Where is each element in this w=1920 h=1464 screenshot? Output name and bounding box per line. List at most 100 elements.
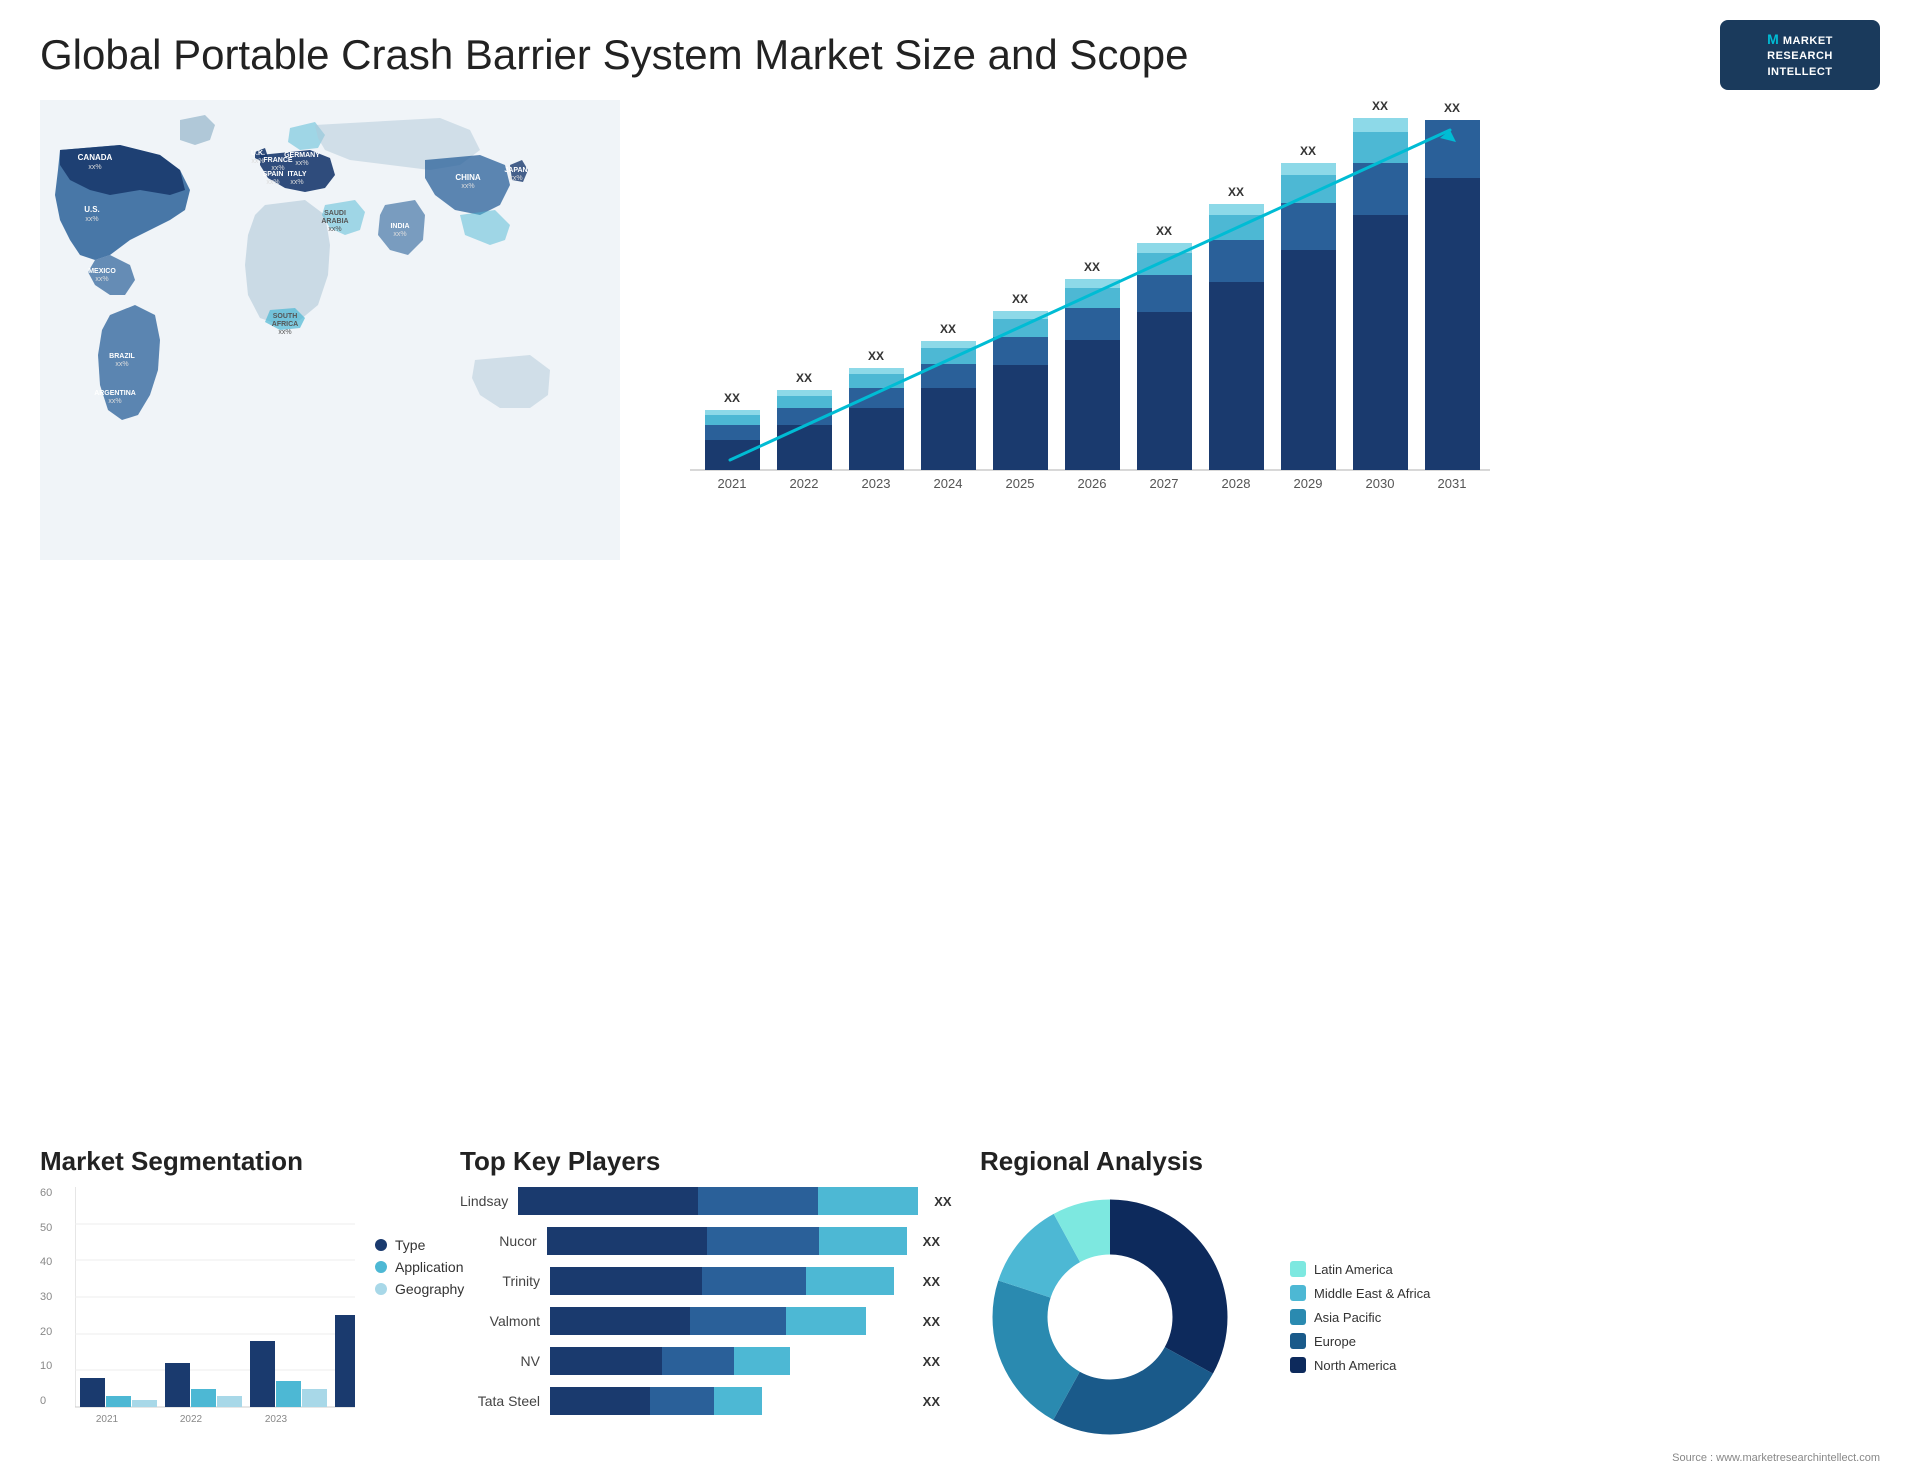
legend-north-america: North America bbox=[1290, 1357, 1430, 1373]
svg-text:2030: 2030 bbox=[1366, 476, 1395, 491]
legend-application-dot bbox=[375, 1261, 387, 1273]
donut-legend: Latin America Middle East & Africa Asia … bbox=[1290, 1261, 1430, 1373]
bar-light-valmont bbox=[786, 1307, 866, 1335]
bar-light-trinity bbox=[806, 1267, 894, 1295]
legend-europe: Europe bbox=[1290, 1333, 1430, 1349]
svg-text:xx%: xx% bbox=[95, 276, 108, 283]
bar-mid-tata bbox=[650, 1387, 714, 1415]
legend-label-mea: Middle East & Africa bbox=[1314, 1286, 1430, 1301]
player-val-valmont: XX bbox=[923, 1314, 940, 1329]
source-text: Source : www.marketresearchintellect.com bbox=[0, 1452, 1920, 1464]
svg-text:2022: 2022 bbox=[180, 1414, 203, 1425]
svg-text:AFRICA: AFRICA bbox=[272, 321, 298, 328]
legend-geography: Geography bbox=[375, 1281, 464, 1297]
y-label-40: 40 bbox=[40, 1256, 52, 1268]
svg-text:XX: XX bbox=[796, 371, 812, 385]
bar-light-nv bbox=[734, 1347, 790, 1375]
svg-text:U.S.: U.S. bbox=[84, 205, 100, 214]
world-map-svg: CANADA xx% U.S. xx% MEXICO xx% BRAZIL xx… bbox=[40, 100, 620, 560]
legend-color-apac bbox=[1290, 1309, 1306, 1325]
bar-dark-lindsay bbox=[518, 1187, 698, 1215]
y-label-10: 10 bbox=[40, 1360, 52, 1372]
legend-type: Type bbox=[375, 1237, 464, 1253]
svg-text:CANADA: CANADA bbox=[78, 153, 113, 162]
players-bars-list: Lindsay XX Nucor XX Trin bbox=[460, 1187, 940, 1415]
player-bar-trinity bbox=[550, 1267, 907, 1295]
svg-text:INDIA: INDIA bbox=[390, 223, 409, 230]
svg-text:xx%: xx% bbox=[509, 175, 522, 182]
bar-light-lindsay bbox=[818, 1187, 918, 1215]
map-section: CANADA xx% U.S. xx% MEXICO xx% BRAZIL xx… bbox=[40, 100, 620, 600]
logo-text: M MARKET RESEARCH INTELLECT bbox=[1767, 30, 1833, 80]
svg-text:ARGENTINA: ARGENTINA bbox=[94, 390, 136, 397]
y-label-60: 60 bbox=[40, 1187, 52, 1199]
svg-text:XX: XX bbox=[1156, 224, 1172, 238]
logo-line2: RESEARCH bbox=[1767, 50, 1833, 62]
bar-mid-valmont bbox=[690, 1307, 786, 1335]
svg-text:xx%: xx% bbox=[85, 216, 98, 223]
bar-light-nucor bbox=[819, 1227, 907, 1255]
player-row-valmont: Valmont XX bbox=[460, 1307, 940, 1335]
legend-application: Application bbox=[375, 1259, 464, 1275]
bar-chart-section: XX XX XX XX bbox=[640, 100, 1880, 600]
world-map-container: CANADA xx% U.S. xx% MEXICO xx% BRAZIL xx… bbox=[40, 100, 620, 580]
svg-text:xx%: xx% bbox=[393, 231, 406, 238]
bar-light-tata bbox=[714, 1387, 762, 1415]
legend-application-label: Application bbox=[395, 1259, 464, 1275]
svg-text:xx%: xx% bbox=[88, 164, 101, 171]
bar-dark-trinity bbox=[550, 1267, 702, 1295]
logo-box: M MARKET RESEARCH INTELLECT bbox=[1720, 20, 1880, 90]
segmentation-legend: Type Application Geography bbox=[375, 1237, 464, 1297]
legend-geography-dot bbox=[375, 1283, 387, 1295]
svg-text:xx%: xx% bbox=[290, 179, 303, 186]
bar-chart-svg: XX XX XX XX bbox=[650, 100, 1500, 540]
svg-text:XX: XX bbox=[1444, 101, 1460, 115]
logo-line1: MARKET bbox=[1783, 35, 1833, 47]
svg-text:2025: 2025 bbox=[1006, 476, 1035, 491]
player-row-nv: NV XX bbox=[460, 1347, 940, 1375]
player-bar-nucor bbox=[547, 1227, 907, 1255]
legend-color-na bbox=[1290, 1357, 1306, 1373]
svg-text:xx%: xx% bbox=[108, 398, 121, 405]
svg-text:2021: 2021 bbox=[718, 476, 747, 491]
svg-text:2031: 2031 bbox=[1438, 476, 1467, 491]
bar-mid-nv bbox=[662, 1347, 734, 1375]
svg-text:SAUDI: SAUDI bbox=[324, 210, 346, 217]
top-row: CANADA xx% U.S. xx% MEXICO xx% BRAZIL xx… bbox=[0, 100, 1920, 1136]
legend-type-label: Type bbox=[395, 1237, 425, 1253]
legend-asia-pacific: Asia Pacific bbox=[1290, 1309, 1430, 1325]
bar-dark-valmont bbox=[550, 1307, 690, 1335]
svg-text:xx%: xx% bbox=[295, 160, 308, 167]
bar-mid-lindsay bbox=[698, 1187, 818, 1215]
logo-line3: INTELLECT bbox=[1767, 66, 1832, 78]
legend-label-latin: Latin America bbox=[1314, 1262, 1393, 1277]
players-section: Top Key Players Lindsay XX Nucor bbox=[460, 1146, 940, 1447]
segmentation-section: Market Segmentation 0 10 20 30 40 50 60 bbox=[40, 1146, 420, 1447]
svg-text:XX: XX bbox=[868, 349, 884, 363]
legend-type-dot bbox=[375, 1239, 387, 1251]
y-label-20: 20 bbox=[40, 1326, 52, 1338]
bar-mid-nucor bbox=[707, 1227, 819, 1255]
svg-text:XX: XX bbox=[1084, 260, 1100, 274]
bar-dark-tata bbox=[550, 1387, 650, 1415]
svg-text:2024: 2024 bbox=[934, 476, 963, 491]
player-name-nv: NV bbox=[460, 1353, 540, 1369]
legend-color-mea bbox=[1290, 1285, 1306, 1301]
svg-text:XX: XX bbox=[940, 322, 956, 336]
svg-text:XX: XX bbox=[1228, 185, 1244, 199]
segmentation-title: Market Segmentation bbox=[40, 1146, 420, 1177]
player-name-valmont: Valmont bbox=[460, 1313, 540, 1329]
page-title: Global Portable Crash Barrier System Mar… bbox=[40, 31, 1189, 79]
player-val-lindsay: XX bbox=[934, 1194, 951, 1209]
legend-label-na: North America bbox=[1314, 1358, 1396, 1373]
svg-text:xx%: xx% bbox=[278, 329, 291, 336]
player-name-nucor: Nucor bbox=[460, 1233, 537, 1249]
svg-text:XX: XX bbox=[724, 391, 740, 405]
player-row-nucor: Nucor XX bbox=[460, 1227, 940, 1255]
svg-text:ITALY: ITALY bbox=[287, 171, 306, 178]
bar-mid-trinity bbox=[702, 1267, 806, 1295]
legend-color-europe bbox=[1290, 1333, 1306, 1349]
svg-text:2026: 2026 bbox=[1078, 476, 1107, 491]
player-row-lindsay: Lindsay XX bbox=[460, 1187, 940, 1215]
player-row-tata: Tata Steel XX bbox=[460, 1387, 940, 1415]
